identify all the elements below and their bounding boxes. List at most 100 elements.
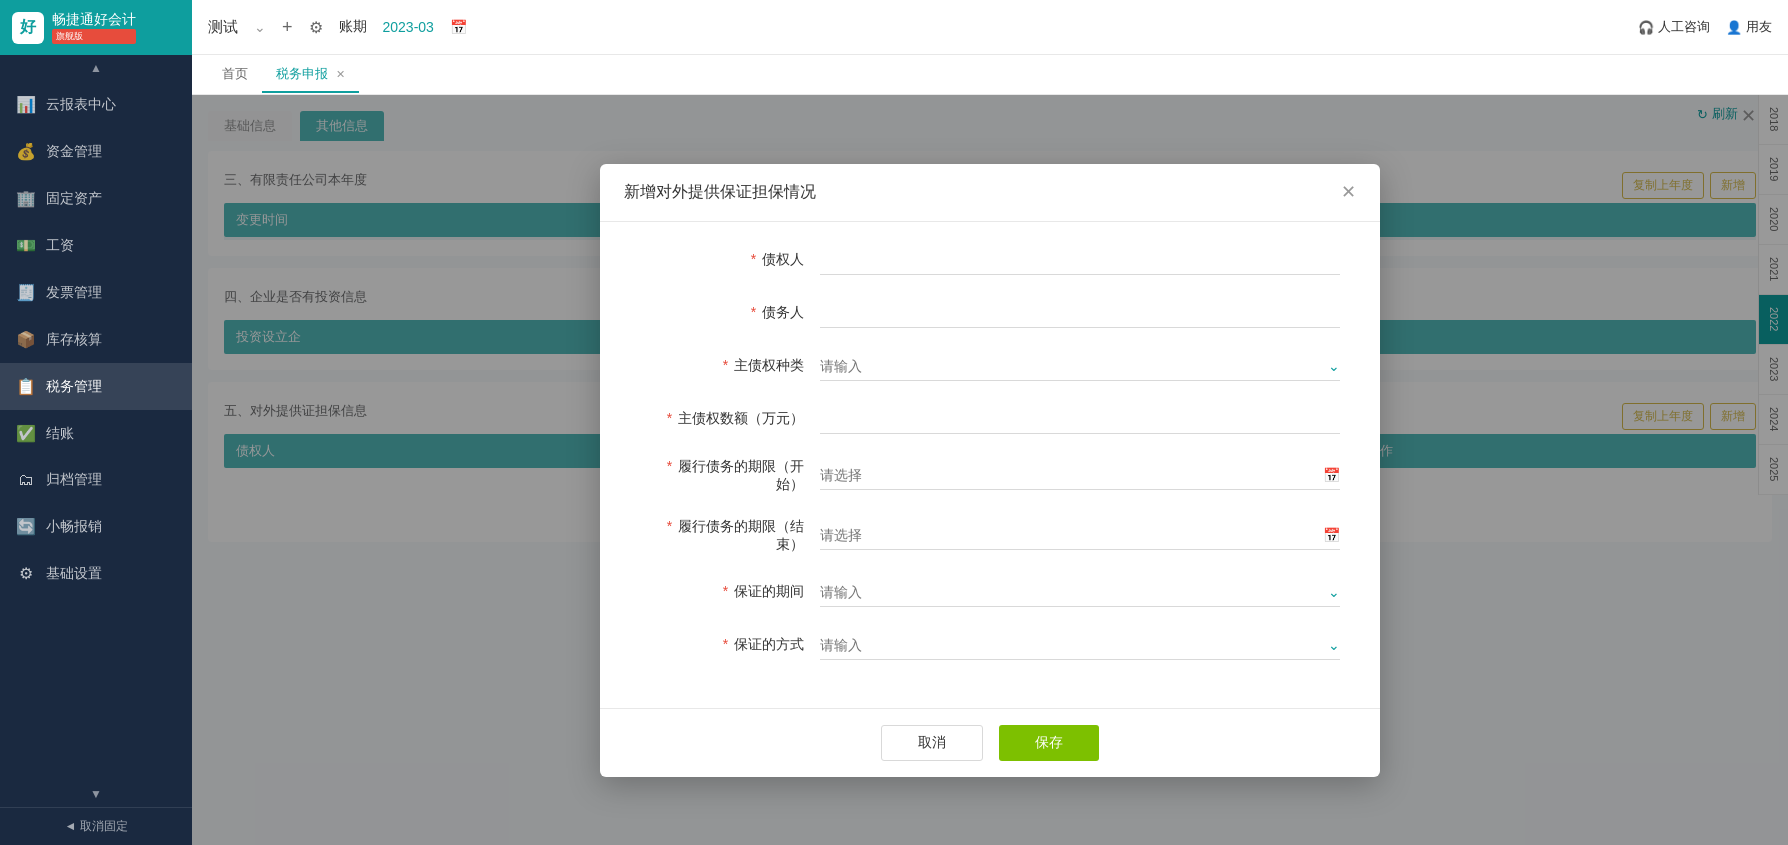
- cloud-reports-icon: 📊: [16, 95, 36, 114]
- company-dropdown-arrow[interactable]: ⌄: [254, 19, 266, 35]
- unpin-sidebar-button[interactable]: ◄ 取消固定: [0, 807, 192, 845]
- content-body: 基础信息 其他信息 三、有限责任公司本年度 复制上年度 新增 变更时间 操作: [192, 95, 1788, 845]
- fixed-assets-icon: 🏢: [16, 189, 36, 208]
- creditor-required-mark: *: [751, 251, 756, 267]
- debtor-required-mark: *: [751, 304, 756, 320]
- period-start-required-mark: *: [667, 458, 672, 474]
- guarantee-method-label: * 保证的方式: [640, 636, 820, 654]
- sidebar-item-label: 小畅报销: [46, 518, 102, 536]
- user-button[interactable]: 👤 用友: [1726, 18, 1772, 36]
- cancel-button[interactable]: 取消: [881, 725, 983, 761]
- guarantee-period-label: * 保证的期间: [640, 583, 820, 601]
- sidebar-item-invoice[interactable]: 🧾 发票管理: [0, 269, 192, 316]
- app-name: 畅捷通好会计: [52, 11, 136, 28]
- settings-icon: ⚙: [16, 564, 36, 583]
- sidebar-item-settings[interactable]: ⚙ 基础设置: [0, 550, 192, 597]
- sidebar-item-salary[interactable]: 💵 工资: [0, 222, 192, 269]
- claim-type-select[interactable]: ⌄: [820, 352, 1340, 381]
- sidebar-item-archive[interactable]: 🗂 归档管理: [0, 457, 192, 503]
- finance-icon: 💰: [16, 142, 36, 161]
- sidebar-item-label: 基础设置: [46, 565, 102, 583]
- sidebar-item-label: 资金管理: [46, 143, 102, 161]
- add-button[interactable]: +: [282, 17, 293, 38]
- support-label: 人工咨询: [1658, 18, 1710, 36]
- form-row-guarantee-method: * 保证的方式 ⌄: [640, 631, 1340, 660]
- modal-header: 新增对外提供保证担保情况 ✕: [600, 164, 1380, 222]
- claim-amount-input[interactable]: [820, 405, 1340, 434]
- tab-home-label: 首页: [222, 66, 248, 81]
- sidebar-item-expense[interactable]: 🔄 小畅报销: [0, 503, 192, 550]
- app-name-block: 畅捷通好会计 旗舰版: [52, 11, 136, 45]
- period-start-input[interactable]: [820, 467, 1323, 483]
- guarantee-method-arrow-icon: ⌄: [1328, 637, 1340, 653]
- period-value: 2023-03: [383, 19, 434, 35]
- sidebar-header: 好 畅捷通好会计 旗舰版: [0, 0, 192, 55]
- salary-icon: 💵: [16, 236, 36, 255]
- creditor-input[interactable]: [820, 246, 1340, 275]
- user-icon: 👤: [1726, 20, 1742, 35]
- sidebar-item-label: 发票管理: [46, 284, 102, 302]
- claim-type-input[interactable]: [820, 358, 1328, 374]
- sidebar-item-closing[interactable]: ✅ 结账: [0, 410, 192, 457]
- sidebar-item-label: 固定资产: [46, 190, 102, 208]
- closing-icon: ✅: [16, 424, 36, 443]
- guarantee-method-select[interactable]: ⌄: [820, 631, 1340, 660]
- form-row-creditor: * 债权人: [640, 246, 1340, 275]
- creditor-label: * 债权人: [640, 251, 820, 269]
- period-start-date[interactable]: 📅: [820, 461, 1340, 490]
- save-button[interactable]: 保存: [999, 725, 1099, 761]
- sidebar-item-label: 工资: [46, 237, 74, 255]
- period-end-date[interactable]: 📅: [820, 521, 1340, 550]
- topbar: 测试 ⌄ + ⚙ 账期 2023-03 📅 🎧 人工咨询 👤 用友: [192, 0, 1788, 55]
- form-row-period-end: * 履行债务的期限（结束） 📅: [640, 518, 1340, 554]
- gear-button[interactable]: ⚙: [309, 18, 323, 37]
- debtor-input[interactable]: [820, 299, 1340, 328]
- period-end-label: * 履行债务的期限（结束）: [640, 518, 820, 554]
- modal-add-guarantee: 新增对外提供保证担保情况 ✕ * 债权人: [600, 164, 1380, 777]
- app-edition: 旗舰版: [52, 29, 136, 44]
- period-end-input[interactable]: [820, 527, 1323, 543]
- headset-icon: 🎧: [1638, 20, 1654, 35]
- sidebar: 好 畅捷通好会计 旗舰版 ▲ 📊 云报表中心 💰 资金管理 🏢 固定资产 💵: [0, 0, 192, 845]
- sidebar-item-label: 结账: [46, 425, 74, 443]
- sidebar-item-inventory[interactable]: 📦 库存核算: [0, 316, 192, 363]
- modal-overlay: 新增对外提供保证担保情况 ✕ * 债权人: [192, 95, 1788, 845]
- sidebar-scroll-up[interactable]: ▲: [0, 55, 192, 81]
- guarantee-period-required-mark: *: [723, 583, 728, 599]
- sidebar-item-finance[interactable]: 💰 资金管理: [0, 128, 192, 175]
- period-start-label: * 履行债务的期限（开始）: [640, 458, 820, 494]
- archive-icon: 🗂: [16, 471, 36, 489]
- period-end-required-mark: *: [667, 518, 672, 534]
- guarantee-period-select[interactable]: ⌄: [820, 578, 1340, 607]
- period-end-calendar-icon: 📅: [1323, 527, 1340, 543]
- modal-close-button[interactable]: ✕: [1341, 183, 1356, 201]
- support-button[interactable]: 🎧 人工咨询: [1638, 18, 1710, 36]
- sidebar-item-label: 云报表中心: [46, 96, 116, 114]
- invoice-icon: 🧾: [16, 283, 36, 302]
- period-start-calendar-icon: 📅: [1323, 467, 1340, 483]
- guarantee-method-input[interactable]: [820, 637, 1328, 653]
- sidebar-item-fixed-assets[interactable]: 🏢 固定资产: [0, 175, 192, 222]
- modal-title: 新增对外提供保证担保情况: [624, 182, 816, 203]
- guarantee-period-arrow-icon: ⌄: [1328, 584, 1340, 600]
- form-row-period-start: * 履行债务的期限（开始） 📅: [640, 458, 1340, 494]
- claim-type-required-mark: *: [723, 357, 728, 373]
- company-name: 测试: [208, 18, 238, 37]
- tab-tax-report[interactable]: 税务申报 ✕: [262, 57, 359, 93]
- guarantee-method-required-mark: *: [723, 636, 728, 652]
- sidebar-item-cloud-reports[interactable]: 📊 云报表中心: [0, 81, 192, 128]
- guarantee-period-input[interactable]: [820, 584, 1328, 600]
- sidebar-item-label: 归档管理: [46, 471, 102, 489]
- debtor-label: * 债务人: [640, 304, 820, 322]
- tab-tax-report-close[interactable]: ✕: [336, 68, 345, 80]
- tab-home[interactable]: 首页: [208, 57, 262, 93]
- sidebar-scroll-down[interactable]: ▼: [0, 781, 192, 807]
- calendar-icon[interactable]: 📅: [450, 19, 467, 35]
- period-label: 账期: [339, 18, 367, 36]
- claim-amount-label: * 主债权数额（万元）: [640, 410, 820, 428]
- sidebar-item-tax[interactable]: 📋 税务管理: [0, 363, 192, 410]
- content-tabs: 首页 税务申报 ✕: [192, 55, 1788, 95]
- sidebar-item-label: 库存核算: [46, 331, 102, 349]
- modal-body: * 债权人 * 债务人: [600, 222, 1380, 708]
- main-area: 测试 ⌄ + ⚙ 账期 2023-03 📅 🎧 人工咨询 👤 用友 首页 税务申…: [192, 0, 1788, 845]
